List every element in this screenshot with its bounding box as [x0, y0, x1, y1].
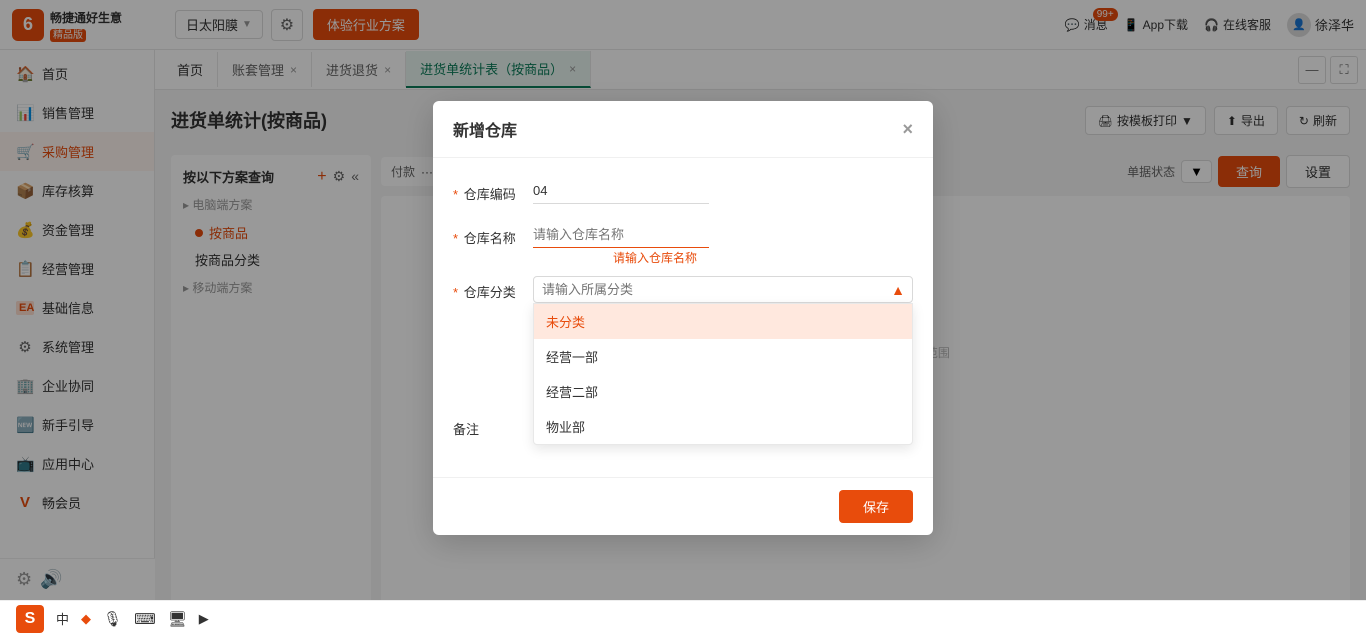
bottom-play-icon[interactable]: ▶: [199, 611, 209, 627]
dialog-title: 新增仓库: [453, 117, 517, 141]
warehouse-category-row: * 仓库分类 ▲ 未分类 经营一部 经营二部 物业部: [453, 276, 913, 303]
warehouse-code-label: * 仓库编码: [453, 178, 533, 203]
dropdown-item-dept3[interactable]: 物业部: [534, 409, 912, 444]
category-dropdown-list: 未分类 经营一部 经营二部 物业部: [533, 303, 913, 445]
dialog-close-icon[interactable]: ×: [902, 119, 913, 140]
dialog-body: * 仓库编码 * 仓库名称 请输入仓库名称: [433, 158, 933, 477]
dropdown-item-none[interactable]: 未分类: [534, 304, 912, 339]
warehouse-category-label: * 仓库分类: [453, 276, 533, 301]
bottom-mic-icon[interactable]: 🎙: [103, 610, 122, 628]
dialog-header: 新增仓库 ×: [433, 101, 933, 158]
add-warehouse-dialog: 新增仓库 × * 仓库编码 * 仓库名称: [433, 101, 933, 535]
warehouse-name-label: * 仓库名称: [453, 222, 533, 247]
dropdown-item-dept1[interactable]: 经营一部: [534, 339, 912, 374]
warehouse-name-input[interactable]: [533, 222, 709, 248]
warehouse-name-error: 请输入仓库名称: [613, 249, 697, 266]
bottom-zh-icon[interactable]: 中: [56, 609, 69, 628]
save-button[interactable]: 保存: [839, 490, 913, 523]
bottom-keyboard-icon[interactable]: ⌨: [134, 610, 156, 628]
bottom-monitor-icon[interactable]: 🖥: [168, 610, 187, 628]
modal-overlay: 新增仓库 × * 仓库编码 * 仓库名称: [0, 0, 1366, 636]
bottom-logo: S: [16, 605, 44, 633]
warehouse-code-row: * 仓库编码: [453, 178, 913, 204]
warehouse-category-input[interactable]: [533, 276, 913, 303]
dropdown-item-dept2[interactable]: 经营二部: [534, 374, 912, 409]
dialog-footer: 保存: [433, 477, 933, 535]
remark-label: 备注: [453, 413, 533, 438]
warehouse-code-wrap: [533, 178, 913, 204]
bottom-diamond-icon[interactable]: ◆: [81, 611, 91, 627]
bottom-bar: S 中 ◆ 🎙 ⌨ 🖥 ▶: [0, 600, 1366, 636]
warehouse-code-input[interactable]: [533, 178, 709, 204]
warehouse-name-row: * 仓库名称 请输入仓库名称: [453, 222, 913, 248]
warehouse-name-wrap: 请输入仓库名称: [533, 222, 913, 248]
warehouse-category-select-wrap: ▲ 未分类 经营一部 经营二部 物业部: [533, 276, 913, 303]
category-dropdown-icon[interactable]: ▲: [891, 282, 905, 298]
